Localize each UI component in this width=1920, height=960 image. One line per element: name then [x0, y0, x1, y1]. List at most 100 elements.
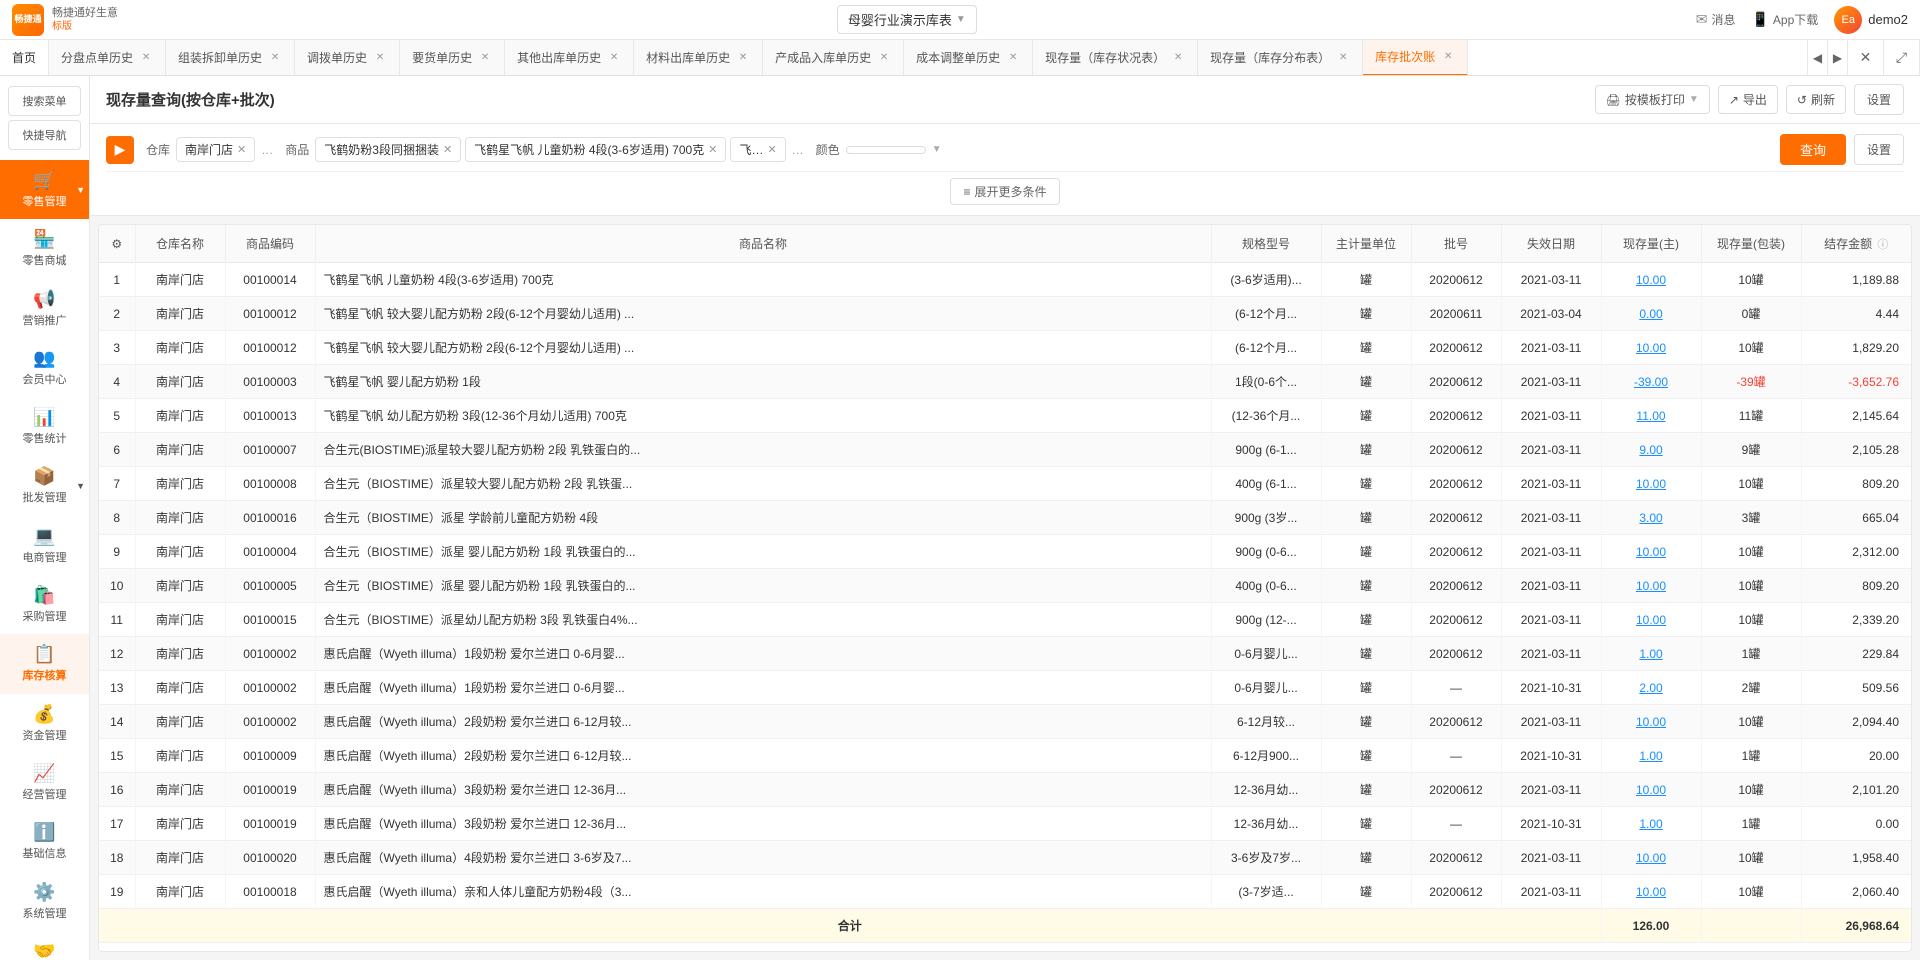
settings-btn[interactable]: 设置: [1854, 84, 1904, 115]
tab-next-btn[interactable]: ▶: [1828, 40, 1848, 76]
tab-yao-huo[interactable]: 要货单历史 ✕: [400, 40, 505, 76]
cell-qty-main-6[interactable]: 9.00: [1601, 433, 1701, 467]
tab-prev-btn[interactable]: ◀: [1808, 40, 1828, 76]
tab-cai-liao-close[interactable]: ✕: [736, 51, 750, 65]
app-download-btn[interactable]: 📱 App下载: [1751, 11, 1818, 28]
cell-qty-main-18[interactable]: 10.00: [1601, 841, 1701, 875]
cell-qty-main-7[interactable]: 10.00: [1601, 467, 1701, 501]
user-avatar-area[interactable]: Ea demo2: [1834, 6, 1908, 34]
tab-ku-cun-pi-ci[interactable]: 库存批次账 ✕: [1363, 40, 1468, 76]
filter-warehouse-group: 仓库 南岸门店 ✕ …: [146, 137, 273, 162]
cell-qty-main-13[interactable]: 2.00: [1601, 671, 1701, 705]
store-selector[interactable]: 母婴行业演示库表 ▼: [837, 5, 977, 34]
goods-tag-2-close[interactable]: ✕: [708, 143, 717, 156]
refresh-btn[interactable]: ↺ 刷新: [1786, 85, 1846, 114]
filter-expand-btn[interactable]: ▶: [106, 136, 134, 164]
tab-diao-bo[interactable]: 调拨单历史 ✕: [295, 40, 400, 76]
sidebar-item-member[interactable]: 👥 会员中心: [0, 338, 89, 397]
cell-qty-main-1[interactable]: 10.00: [1601, 263, 1701, 297]
cell-qty-main-2[interactable]: 0.00: [1601, 297, 1701, 331]
tab-diao-bo-close[interactable]: ✕: [373, 51, 387, 65]
tab-ku-cun-close[interactable]: ✕: [1441, 50, 1455, 64]
sidebar-item-purchase[interactable]: 🛍️ 采购管理: [0, 575, 89, 634]
tab-home[interactable]: 首页: [0, 40, 49, 76]
tab-close-btn[interactable]: ✕: [1848, 40, 1884, 76]
cell-qty-main-16[interactable]: 10.00: [1601, 773, 1701, 807]
retail-stats-icon: 📊: [33, 407, 55, 428]
tab-fen-pan[interactable]: 分盘点单历史 ✕: [49, 40, 166, 76]
tab-qi-ta-chu-ku[interactable]: 其他出库单历史 ✕: [505, 40, 634, 76]
goods-more[interactable]: …: [792, 143, 804, 157]
logo-text-line1: 畅捷通: [14, 14, 41, 25]
sidebar-item-inventory[interactable]: 📋 库存核算: [0, 634, 89, 693]
sidebar-item-corp[interactable]: 🤝 企业协同: [0, 931, 89, 960]
sidebar-item-retail-mgmt[interactable]: 🛒 零售管理 ▼: [0, 160, 89, 219]
tab-xian-cun-2[interactable]: 现存量（库存分布表） ✕: [1198, 40, 1363, 76]
cell-qty-main-5[interactable]: 11.00: [1601, 399, 1701, 433]
tab-xian-cun-1-close[interactable]: ✕: [1171, 51, 1185, 65]
sidebar-item-ecommerce[interactable]: 💻 电商管理: [0, 516, 89, 575]
balance-info-icon[interactable]: ⓘ: [1877, 239, 1888, 251]
retail-mgmt-arrow: ▼: [76, 185, 85, 195]
goods-tag-3-close[interactable]: ✕: [767, 143, 776, 156]
sidebar-item-retail-store[interactable]: 🏪 零售商城: [0, 219, 89, 278]
warehouse-tag-1-close[interactable]: ✕: [237, 143, 246, 156]
filter-settings-btn[interactable]: 设置: [1854, 134, 1904, 165]
expand-more-btn[interactable]: ≡ 展开更多条件: [950, 178, 1059, 205]
settings-label: 设置: [1867, 93, 1891, 107]
sidebar-item-retail-stats[interactable]: 📊 零售统计: [0, 397, 89, 456]
sidebar-item-marketing[interactable]: 📢 营销推广: [0, 279, 89, 338]
messages-btn[interactable]: ✉ 消息: [1696, 11, 1736, 28]
cell-qty-main-9[interactable]: 10.00: [1601, 535, 1701, 569]
filter-goods-group: 商品 飞鹤奶粉3段同捆捆装 ✕ 飞鹤星飞帆 儿童奶粉 4段(3-6岁适用) 70…: [285, 137, 803, 162]
th-settings[interactable]: ⚙: [99, 225, 135, 263]
search-menu-btn[interactable]: 搜索菜单: [8, 86, 81, 116]
tab-qi-ta-close[interactable]: ✕: [607, 51, 621, 65]
avatar: Ea: [1834, 6, 1862, 34]
sidebar-item-system[interactable]: ⚙️ 系统管理: [0, 872, 89, 931]
cell-expire-1: 2021-03-11: [1501, 263, 1601, 297]
tab-maximize-btn[interactable]: ⤢: [1884, 40, 1920, 76]
cell-qty-main-11[interactable]: 10.00: [1601, 603, 1701, 637]
warehouse-more[interactable]: …: [261, 143, 273, 157]
goods-tag-1[interactable]: 飞鹤奶粉3段同捆捆装 ✕: [315, 137, 461, 162]
cell-qty-main-10[interactable]: 10.00: [1601, 569, 1701, 603]
cell-qty-main-17[interactable]: 1.00: [1601, 807, 1701, 841]
query-btn[interactable]: 查询: [1780, 134, 1846, 165]
table-row: 3 南岸门店 00100012 飞鹤星飞帆 较大婴儿配方奶粉 2段(6-12个月…: [99, 331, 1911, 365]
tab-zu-chai[interactable]: 组装拆卸单历史 ✕: [166, 40, 295, 76]
cell-qty-main-12[interactable]: 1.00: [1601, 637, 1701, 671]
cell-spec-16: 12-36月幼...: [1211, 773, 1321, 807]
goods-tag-2[interactable]: 飞鹤星飞帆 儿童奶粉 4段(3-6岁适用) 700克 ✕: [465, 137, 726, 162]
cell-qty-main-14[interactable]: 10.00: [1601, 705, 1701, 739]
quick-nav-btn[interactable]: 快捷导航: [8, 120, 81, 150]
tab-chan-pin-close[interactable]: ✕: [877, 51, 891, 65]
goods-tag-1-close[interactable]: ✕: [443, 143, 452, 156]
warehouse-tag-1[interactable]: 南岸门店 ✕: [176, 137, 255, 162]
cell-qty-main-8[interactable]: 3.00: [1601, 501, 1701, 535]
tab-cheng-ben-close[interactable]: ✕: [1006, 51, 1020, 65]
wholesale-icon: 📦: [33, 466, 55, 487]
tab-xian-cun-2-close[interactable]: ✕: [1336, 51, 1350, 65]
color-filter-input[interactable]: [846, 146, 926, 154]
cell-qty-main-3[interactable]: 10.00: [1601, 331, 1701, 365]
tab-cheng-ben[interactable]: 成本调整单历史 ✕: [904, 40, 1033, 76]
tab-zu-chai-close[interactable]: ✕: [268, 51, 282, 65]
sidebar-item-biz-mgmt[interactable]: 📈 经营管理: [0, 753, 89, 812]
export-btn[interactable]: ↗ 导出: [1718, 85, 1778, 114]
sidebar-item-basic-info[interactable]: ℹ️ 基础信息: [0, 812, 89, 871]
cell-qty-main-4[interactable]: -39.00: [1601, 365, 1701, 399]
tab-fen-pan-close[interactable]: ✕: [139, 51, 153, 65]
tab-xian-cun-1[interactable]: 现存量（库存状况表） ✕: [1033, 40, 1198, 76]
template-print-btn[interactable]: 🖨 按模板打印 ▼: [1595, 85, 1710, 114]
tab-cai-liao[interactable]: 材料出库单历史 ✕: [634, 40, 763, 76]
tab-chan-pin[interactable]: 产成品入库单历史 ✕: [763, 40, 904, 76]
cell-qty-main-19[interactable]: 10.00: [1601, 875, 1701, 909]
sidebar-item-finance[interactable]: 💰 资金管理: [0, 694, 89, 753]
tab-yao-huo-close[interactable]: ✕: [478, 51, 492, 65]
cell-no-17: 17: [99, 807, 135, 841]
sidebar-item-wholesale[interactable]: 📦 批发管理 ▼: [0, 456, 89, 515]
cell-qty-main-15[interactable]: 1.00: [1601, 739, 1701, 773]
cell-balance-10: 809.20: [1801, 569, 1911, 603]
goods-tag-3[interactable]: 飞… ✕: [730, 137, 785, 162]
